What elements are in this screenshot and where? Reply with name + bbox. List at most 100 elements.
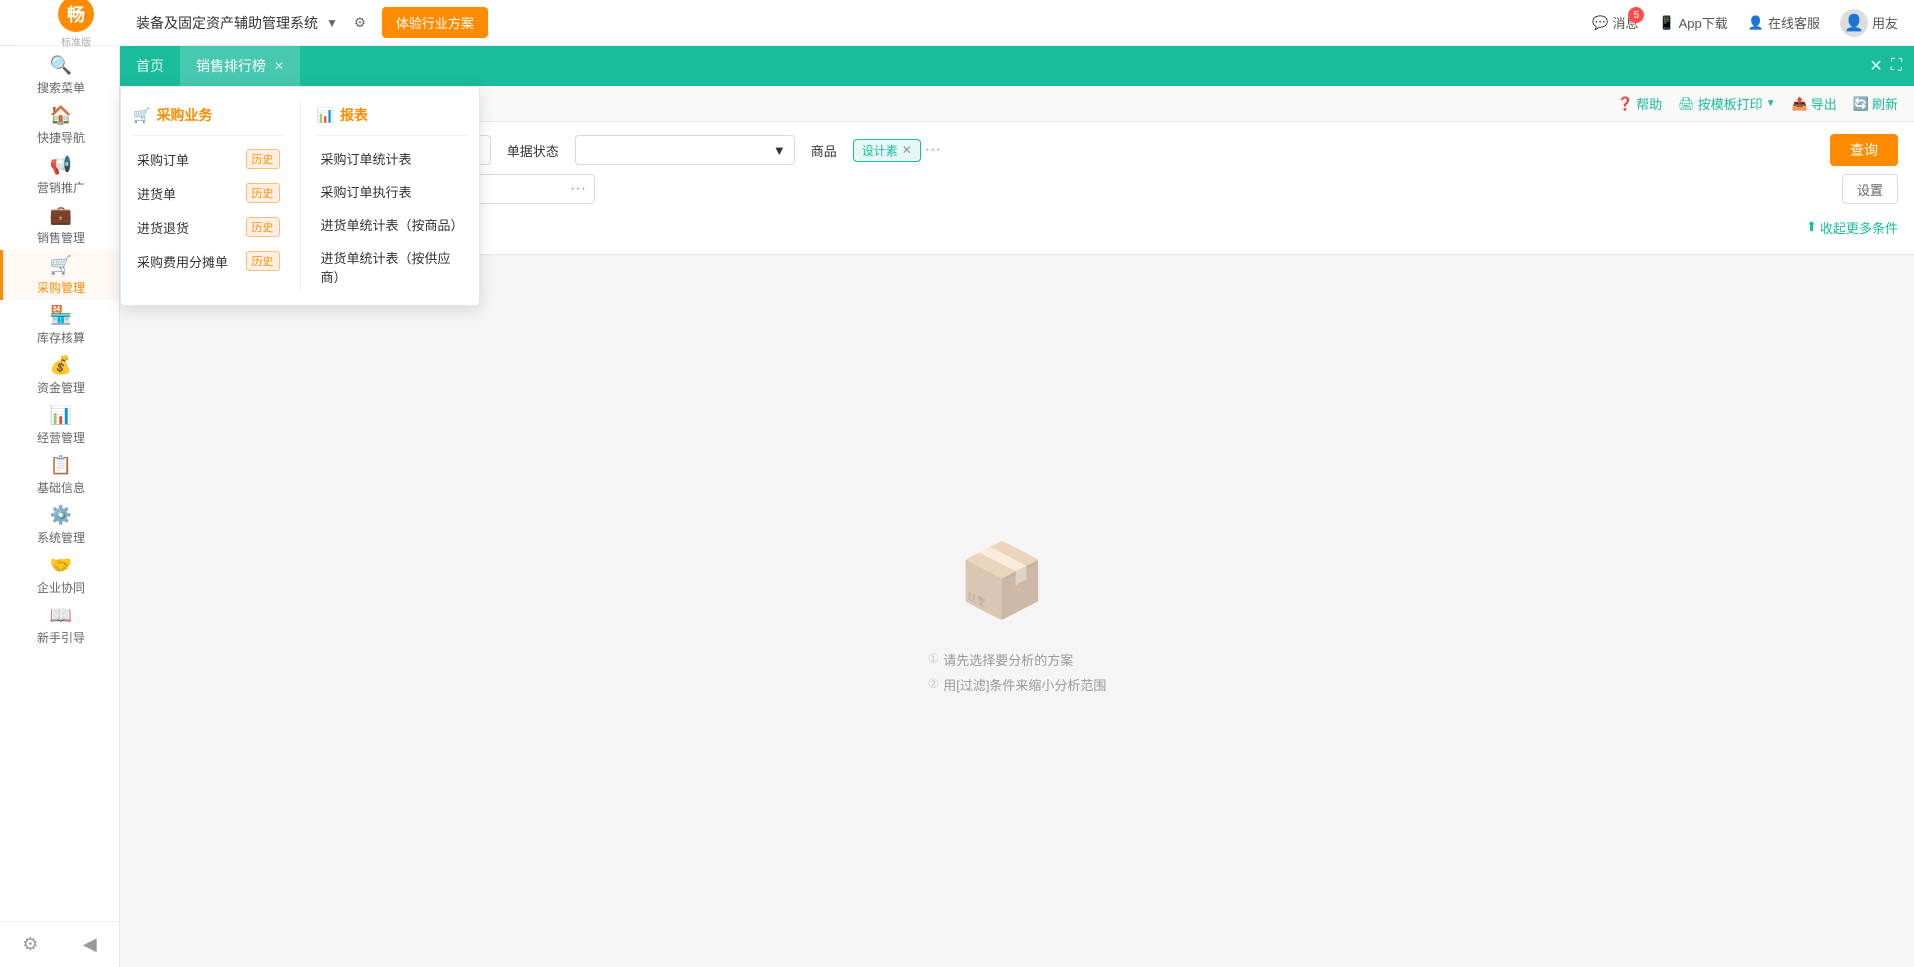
query-button[interactable]: 查询: [1830, 134, 1898, 166]
sidebar-item-guide[interactable]: 📖 新手引导: [0, 600, 119, 650]
print-button[interactable]: 🖨 按模板打印 ▼: [1678, 94, 1775, 113]
setting-button[interactable]: 设置: [1842, 174, 1898, 204]
system-icon: ⚙️: [50, 505, 72, 526]
history-badge-0: 历史: [246, 149, 280, 169]
logo-icon: 畅: [58, 0, 94, 32]
sidebar-item-nav-label: 快捷导航: [37, 129, 85, 146]
sidebar-item-enterprise[interactable]: 🤝 企业协同: [0, 550, 119, 600]
dropdown-item-purchase-order-stat[interactable]: 采购订单统计表: [317, 142, 468, 175]
purchase-business-col: 🛒 采购业务 采购订单 历史 进货单 历史 进货退货 历史 采购费用分摊单 历史: [121, 99, 296, 293]
empty-box-icon: 📦: [957, 538, 1077, 623]
voucher-dropdown-icon: ▼: [773, 143, 786, 158]
report-col: 📊 报表 采购订单统计表 采购订单执行表 进货单统计表（按商品） 进货单统计表（…: [305, 99, 480, 293]
purchase-dropdown-menu: 🛒 采购业务 采购订单 历史 进货单 历史 进货退货 历史 采购费用分摊单 历史: [120, 86, 480, 306]
sidebar-collapse-button[interactable]: ◀: [83, 934, 97, 955]
inventory-icon: 🏪: [50, 305, 72, 326]
sidebar-settings-button[interactable]: ⚙: [22, 934, 38, 955]
tab-home-label: 首页: [136, 56, 164, 76]
sidebar-item-search[interactable]: 🔍 搜索菜单: [0, 50, 119, 100]
system-dropdown-button[interactable]: ▼: [326, 16, 338, 30]
salesperson-dots: ···: [570, 180, 586, 198]
purchase-col-title: 🛒 采购业务: [133, 99, 284, 136]
app-download-button[interactable]: 📱 App下载: [1658, 13, 1727, 32]
voucher-status-label: 单据状态: [507, 141, 559, 160]
dropdown-item-goods-stat-by-supplier[interactable]: 进货单统计表（按供应商）: [317, 241, 468, 293]
help-icon: ❓: [1617, 96, 1633, 112]
export-button[interactable]: 📤 导出: [1792, 94, 1837, 113]
history-badge-1: 历史: [246, 183, 280, 203]
industry-solution-button[interactable]: 体验行业方案: [382, 7, 488, 38]
dropdown-item-goods-stat-by-product[interactable]: 进货单统计表（按商品）: [317, 208, 468, 241]
empty-hint: ① 请先选择要分析的方案 ② 用[过滤]条件来缩小分析范围: [928, 650, 1107, 694]
logo-area: 畅 标准版: [16, 0, 136, 46]
avatar: 👤: [1840, 9, 1868, 37]
message-icon: 💬: [1592, 15, 1608, 31]
collapse-label: 收起更多条件: [1820, 218, 1898, 237]
help-button[interactable]: ❓ 帮助: [1617, 94, 1662, 113]
user-menu-button[interactable]: 👤 用友: [1840, 9, 1898, 37]
dropdown-divider: [300, 99, 301, 293]
sidebar-item-inventory[interactable]: 🏪 库存核算: [0, 300, 119, 350]
print-icon: 🖨: [1678, 96, 1695, 112]
sidebar-item-base-label: 基础信息: [37, 479, 85, 496]
sidebar-item-search-label: 搜索菜单: [37, 79, 85, 96]
sidebar-item-purchase-label: 采购管理: [37, 279, 85, 296]
sidebar-item-enterprise-label: 企业协同: [37, 579, 85, 596]
goods-more-dots[interactable]: ···: [925, 141, 941, 159]
dropdown-item-purchase-order[interactable]: 采购订单 历史: [133, 142, 284, 176]
dropdown-item-purchase-order-exec[interactable]: 采购订单执行表: [317, 175, 468, 208]
sidebar-item-guide-label: 新手引导: [37, 629, 85, 646]
message-button[interactable]: 💬 消息 5: [1592, 13, 1638, 32]
refresh-button[interactable]: 🔄 刷新: [1853, 94, 1898, 113]
tab-close-icon[interactable]: ✕: [274, 59, 284, 73]
print-dropdown-icon: ▼: [1766, 98, 1776, 109]
tab-sales-rank[interactable]: 销售排行榜 ✕: [180, 46, 300, 86]
sidebar-item-inventory-label: 库存核算: [37, 329, 85, 346]
logo-subtext: 标准版: [61, 34, 91, 49]
tab-bar: 首页 销售排行榜 ✕ ✕ ⛶: [120, 46, 1914, 86]
tab-close-all-button[interactable]: ✕: [1869, 56, 1882, 76]
base-icon: 📋: [50, 455, 72, 476]
goods-tag-close[interactable]: ✕: [902, 143, 912, 157]
enterprise-icon: 🤝: [50, 555, 72, 576]
settings-icon-button[interactable]: ⚙: [346, 9, 374, 37]
sidebar-item-finance[interactable]: 💰 资金管理: [0, 350, 119, 400]
online-service-button[interactable]: 👤 在线客服: [1748, 13, 1820, 32]
app-download-label: App下载: [1679, 13, 1728, 32]
sidebar-item-nav[interactable]: 🏠 快捷导航: [0, 100, 119, 150]
empty-hint-1: ① 请先选择要分析的方案: [928, 650, 1107, 669]
sidebar-item-purchase[interactable]: 🛒 采购管理: [0, 250, 119, 300]
tab-bar-actions: ✕ ⛶: [1869, 56, 1914, 76]
goods-tag: 设计素 ✕: [853, 139, 921, 162]
sidebar-item-operation-label: 经营管理: [37, 429, 85, 446]
voucher-status-input[interactable]: ▼: [575, 135, 795, 165]
goods-filter-area: 设计素 ✕ ···: [853, 139, 941, 162]
top-header: 畅 标准版 装备及固定资产辅助管理系统 ▼ ⚙ 体验行业方案 💬 消息 5 📱 …: [0, 0, 1914, 46]
tab-fullscreen-button[interactable]: ⛶: [1891, 57, 1902, 75]
header-right: 💬 消息 5 📱 App下载 👤 在线客服 👤 用友: [1592, 9, 1898, 37]
sidebar-item-system-label: 系统管理: [37, 529, 85, 546]
tab-home[interactable]: 首页: [120, 46, 180, 86]
report-col-title: 📊 报表: [317, 99, 468, 136]
dropdown-item-goods-return[interactable]: 进货退货 历史: [133, 210, 284, 244]
sidebar-item-sales[interactable]: 💼 销售管理: [0, 200, 119, 250]
empty-hint-2: ② 用[过滤]条件来缩小分析范围: [928, 675, 1107, 694]
sidebar-item-system[interactable]: ⚙️ 系统管理: [0, 500, 119, 550]
history-badge-3: 历史: [246, 251, 280, 271]
dropdown-item-goods-receipt[interactable]: 进货单 历史: [133, 176, 284, 210]
sidebar-item-operation[interactable]: 📊 经营管理: [0, 400, 119, 450]
sidebar-item-sales-label: 销售管理: [37, 229, 85, 246]
message-badge: 5: [1628, 7, 1644, 23]
goods-label: 商品: [811, 141, 837, 160]
header-center: 装备及固定资产辅助管理系统 ▼ ⚙ 体验行业方案: [136, 7, 1592, 38]
collapse-conditions-button[interactable]: ⬆ 收起更多条件: [1806, 218, 1898, 237]
search-icon: 🔍: [50, 55, 72, 76]
purchase-icon: 🛒: [50, 255, 72, 276]
dropdown-item-purchase-expense[interactable]: 采购费用分摊单 历史: [133, 244, 284, 278]
sidebar-item-marketing[interactable]: 📢 营销推广: [0, 150, 119, 200]
sidebar-item-base[interactable]: 📋 基础信息: [0, 450, 119, 500]
finance-icon: 💰: [50, 355, 72, 376]
purchase-col-icon: 🛒: [133, 107, 150, 124]
home-icon: 🏠: [50, 105, 72, 126]
sales-icon: 💼: [50, 205, 72, 226]
